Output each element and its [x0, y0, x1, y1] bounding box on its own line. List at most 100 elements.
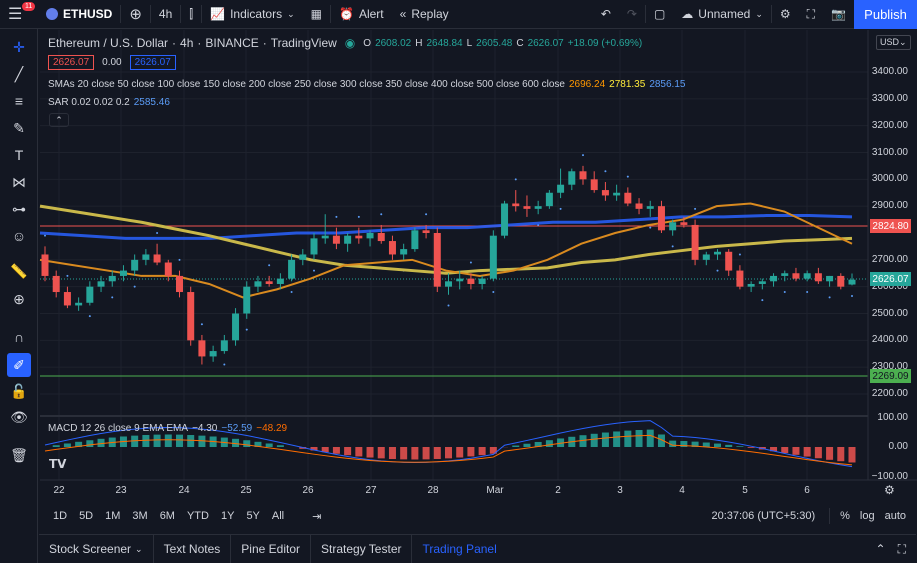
timeframe-button[interactable]: 6M [154, 510, 181, 522]
macd-bar [545, 440, 553, 447]
macd-axis-label: −100.00 [871, 471, 908, 482]
macd-axis-label: 0.00 [888, 441, 908, 452]
candle-body [433, 233, 441, 287]
candle-body [400, 249, 408, 255]
timeframe-button[interactable]: 1M [99, 510, 126, 522]
candle-body [467, 278, 475, 284]
sma-value-2: 2781.35 [609, 79, 646, 90]
sar-dot [761, 299, 764, 302]
sell-price-button[interactable]: 2626.07 [48, 55, 95, 70]
candle-body [770, 275, 778, 282]
candle-body [142, 254, 150, 260]
candle-body [557, 184, 565, 193]
sar-dot [806, 291, 809, 294]
candle-body [176, 275, 183, 293]
macd-bar [411, 447, 419, 460]
candle-body [220, 340, 228, 352]
candle-body [299, 254, 307, 260]
collapse-panel-button[interactable]: ⌃ [876, 542, 886, 556]
timeframe-button[interactable]: 1D [47, 510, 73, 522]
close-value: 2626.07 [527, 37, 564, 49]
price-axis-label: 3200.00 [871, 119, 908, 131]
maximize-panel-button[interactable]: ⛶ [898, 542, 906, 557]
candle-body [131, 259, 139, 271]
candle-body [119, 270, 127, 276]
time-axis-label: 25 [240, 485, 252, 496]
macd-bar [478, 447, 486, 456]
percent-scale-button[interactable]: % [840, 510, 850, 522]
macd-bar [422, 447, 430, 460]
high-value: 2648.84 [426, 37, 463, 49]
macd-axis-label: 100.00 [877, 412, 908, 423]
auto-scale-button[interactable]: auto [885, 510, 906, 522]
sar-dot [514, 178, 517, 181]
range-toolbar: 1D 5D 1M 3M 6M YTD 1Y 5Y All ⇥ 20:37:06 (UTC+5:3… [39, 503, 916, 529]
sma-legend[interactable]: SMAs 20 close 50 close 100 close 150 clo… [48, 79, 685, 90]
candle-body [792, 273, 800, 279]
candle-body [512, 203, 520, 207]
candle-body [714, 251, 721, 255]
timeframe-button[interactable]: YTD [181, 510, 215, 522]
macd-bar [523, 443, 531, 447]
sar-dot [851, 295, 853, 298]
timeframe-button[interactable]: 1Y [215, 510, 240, 522]
clock[interactable]: 20:37:06 (UTC+5:30) [711, 510, 815, 522]
sar-dot [626, 175, 629, 178]
timeframe-button[interactable]: 5D [73, 510, 99, 522]
macd-value-2: −52.59 [221, 423, 253, 434]
tab-text-notes[interactable]: Text Notes [154, 534, 232, 563]
macd-value-3: −48.29 [256, 423, 288, 434]
open-value: 2608.02 [375, 37, 412, 49]
tab-trading-panel[interactable]: Trading Panel [412, 535, 506, 563]
sar-dot [268, 264, 271, 267]
buy-price-button[interactable]: 2626.07 [129, 55, 176, 70]
candle-body [657, 206, 665, 231]
macd-bar [400, 447, 408, 460]
candle-body [310, 238, 318, 255]
candle-body [243, 286, 251, 314]
tab-pine-editor[interactable]: Pine Editor [231, 534, 311, 563]
macd-legend[interactable]: MACD 12 26 close 9 EMA EMA −4.30 −52.59 … [48, 423, 287, 434]
candle-body [613, 192, 621, 196]
goto-date-button[interactable]: ⇥ [312, 510, 321, 523]
price-axis-label: 2700.00 [871, 253, 908, 265]
axis-settings-icon[interactable]: ⚙ [884, 483, 895, 497]
macd-label: MACD 12 26 close 9 EMA EMA [48, 423, 189, 434]
sar-dot [178, 258, 181, 261]
chevron-up-icon: ⌃ [55, 114, 63, 125]
price-axis-label: 3400.00 [871, 66, 908, 77]
sar-dot [245, 328, 248, 331]
macd-bar [803, 447, 811, 457]
candle-body [803, 273, 811, 279]
price-axis-label: 2500.00 [871, 307, 908, 319]
time-axis-label: 2 [555, 485, 561, 496]
legend-interval: 4h [180, 36, 194, 50]
tab-stock-screener[interactable]: Stock Screener ⌄ [39, 534, 154, 563]
sar-legend[interactable]: SAR 0.02 0.02 0.2 2585.46 [48, 97, 170, 108]
candle-body [86, 286, 94, 303]
last-price-tag: 2626.07 [870, 272, 911, 286]
candle-body [501, 203, 509, 236]
sar-dot [582, 154, 584, 157]
bid-ask-row: 2626.07 0.00 2626.07 [48, 55, 176, 70]
macd-bar [265, 443, 273, 447]
timeframe-button[interactable]: 3M [126, 510, 153, 522]
currency-selector[interactable]: USD⌄ [876, 35, 911, 50]
sar-value: 2585.46 [133, 97, 170, 108]
candle-body [187, 292, 195, 341]
collapse-legend-button[interactable]: ⌃ [49, 113, 69, 127]
candle-body [725, 251, 733, 271]
macd-histogram [52, 429, 856, 463]
log-scale-button[interactable]: log [860, 510, 875, 522]
macd-bar [826, 447, 834, 460]
candle-body [646, 206, 654, 209]
candle-body [680, 222, 688, 225]
macd-bar [646, 429, 654, 447]
tab-strategy-tester[interactable]: Strategy Tester [311, 534, 413, 563]
timeframe-button[interactable]: 5Y [240, 510, 265, 522]
candle-body [523, 206, 531, 209]
timeframe-button[interactable]: All [266, 510, 290, 522]
candle-body [198, 340, 206, 357]
divider [829, 508, 831, 524]
candle-body [332, 235, 340, 244]
